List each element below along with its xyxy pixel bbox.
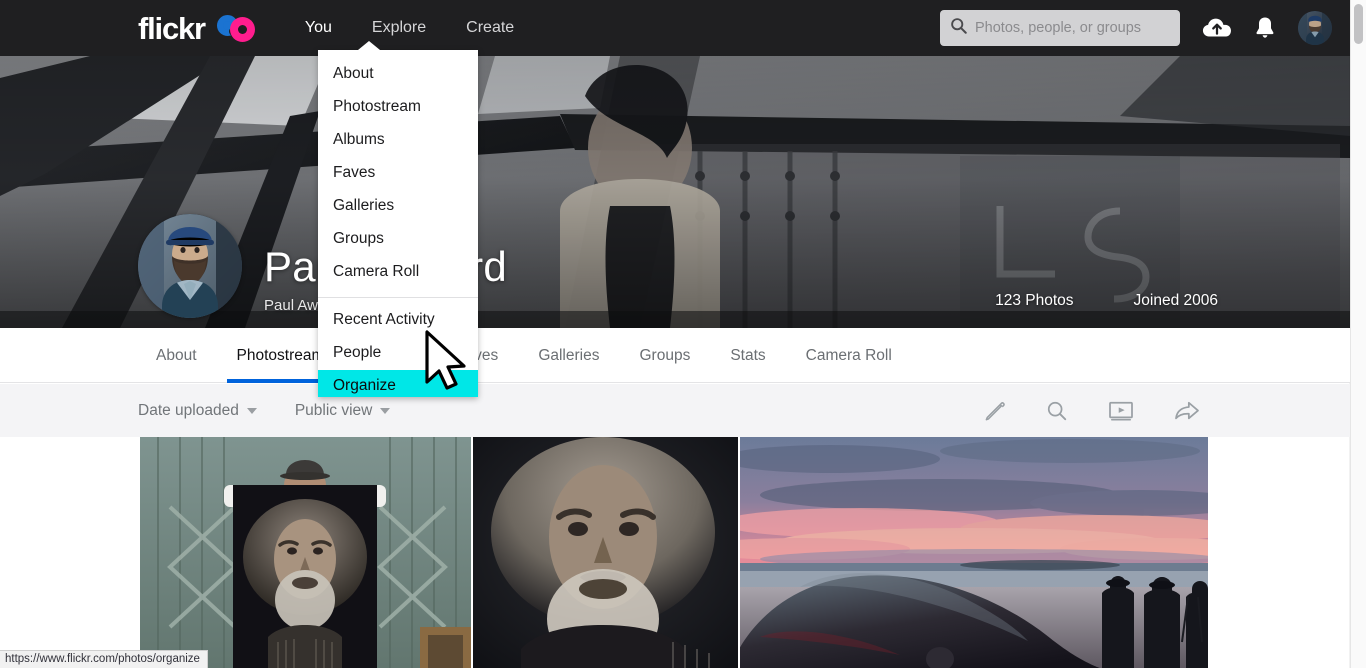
menu-item-galleries[interactable]: Galleries: [318, 190, 478, 223]
toolbar-actions: [944, 400, 1350, 422]
menu-item-camera-roll[interactable]: Camera Roll: [318, 256, 478, 289]
scrollbar-thumb[interactable]: [1354, 4, 1363, 44]
nav-item-create[interactable]: Create: [446, 0, 534, 56]
menu-item-photostream[interactable]: Photostream: [318, 91, 478, 124]
share-icon[interactable]: [1174, 400, 1200, 422]
tab-about[interactable]: About: [138, 328, 217, 383]
nav-item-you[interactable]: You: [285, 0, 352, 56]
menu-separator: [318, 297, 478, 299]
tab-galleries[interactable]: Galleries: [518, 328, 619, 383]
profile-subtitle-followers: Paul A: [264, 297, 308, 314]
cloud-upload-icon[interactable]: [1202, 17, 1232, 39]
menu-item-organize[interactable]: Organize: [318, 370, 478, 398]
stat-photos: 123 Photos: [995, 292, 1074, 309]
search-box[interactable]: [940, 10, 1180, 46]
flickr-logo[interactable]: flickr: [138, 13, 261, 44]
primary-nav: You Explore Create: [285, 0, 534, 56]
tab-stats[interactable]: Stats: [710, 328, 785, 383]
view-dropdown-label: Public view: [294, 401, 373, 419]
menu-item-albums[interactable]: Albums: [318, 124, 478, 157]
profile-tabs: About Photostream Albums Faves Galleries…: [0, 328, 1350, 383]
browser-status-bar: https://www.flickr.com/photos/organize: [0, 650, 208, 668]
view-dropdown[interactable]: Public view: [295, 402, 391, 420]
photostream-toolbar: Date uploaded Public view: [0, 384, 1350, 437]
menu-item-faves[interactable]: Faves: [318, 157, 478, 190]
menu-item-groups[interactable]: Groups: [318, 223, 478, 256]
bell-icon[interactable]: [1254, 16, 1276, 40]
chevron-down-icon: [246, 407, 257, 414]
search-icon: [950, 17, 967, 39]
profile-avatar[interactable]: [138, 214, 242, 318]
header-right-group: [940, 10, 1350, 46]
menu-item-people[interactable]: People: [318, 337, 478, 370]
search-icon[interactable]: [1046, 400, 1068, 422]
profile-stats: 123 Photos Joined 2006: [935, 292, 1218, 318]
search-input[interactable]: [975, 20, 1170, 36]
tab-camera-roll[interactable]: Camera Roll: [786, 328, 912, 383]
sort-dropdown-label: Date uploaded: [138, 401, 239, 419]
photo-thumbnail[interactable]: [140, 437, 471, 668]
edit-pencil-icon[interactable]: [984, 400, 1006, 422]
stat-joined: Joined 2006: [1133, 292, 1218, 309]
flickr-photostream-page: flickr You Explore Create Photos, people…: [0, 0, 1366, 668]
photo-thumbnail[interactable]: [740, 437, 1208, 668]
menu-item-about[interactable]: About: [318, 58, 478, 91]
logo-text: flickr: [138, 10, 206, 46]
profile-cover: Paul Archard Paul Awers•233 Following 12…: [0, 56, 1350, 328]
sort-dropdown[interactable]: Date uploaded: [138, 402, 257, 420]
photo-thumbnail[interactable]: [473, 437, 738, 668]
page-scrollbar[interactable]: [1350, 0, 1366, 668]
site-header: flickr You Explore Create: [0, 0, 1350, 56]
slideshow-icon[interactable]: [1108, 400, 1134, 422]
user-avatar[interactable]: [1298, 11, 1332, 45]
chevron-down-icon: [380, 407, 391, 414]
profile-header: Paul Archard Paul Awers•233 Following 12…: [138, 214, 1218, 318]
tab-groups[interactable]: Groups: [619, 328, 710, 383]
photo-grid: [140, 437, 1208, 668]
menu-item-recent-activity[interactable]: Recent Activity: [318, 304, 478, 337]
you-dropdown-menu: About Photostream Albums Faves Galleries…: [318, 40, 478, 398]
flickr-donuts-icon: [216, 13, 261, 43]
